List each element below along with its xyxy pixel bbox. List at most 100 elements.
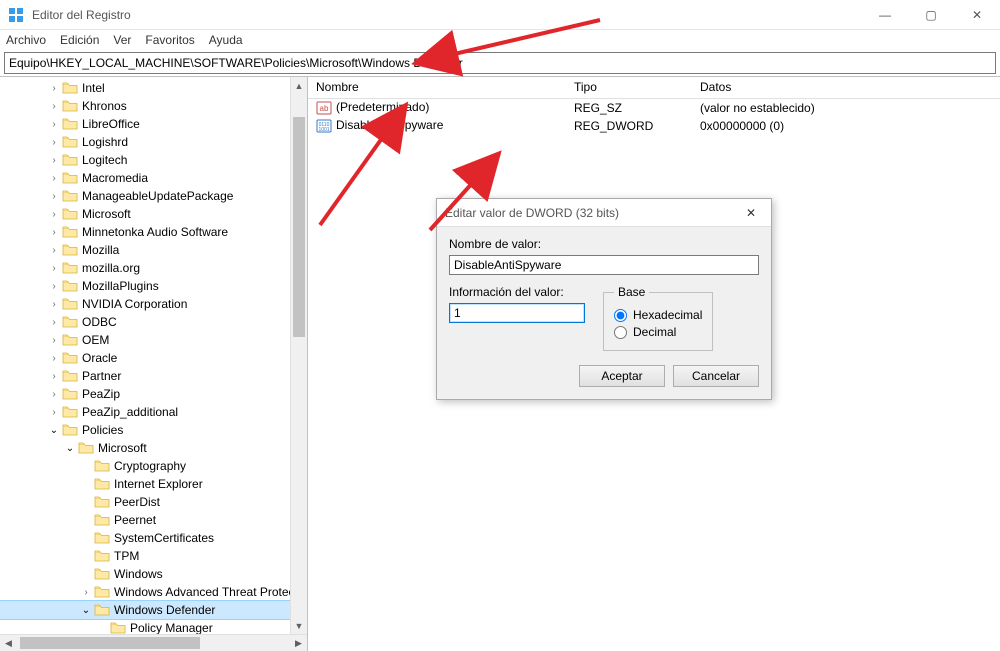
tree-scrollbar-horizontal[interactable]: ◀ ▶ (0, 634, 307, 651)
chevron-right-icon[interactable]: › (48, 100, 60, 112)
chevron-right-icon[interactable]: › (80, 586, 92, 598)
value-name: (Predeterminado) (336, 100, 429, 114)
chevron-right-icon[interactable]: › (48, 262, 60, 274)
tree-item[interactable]: › OEM (0, 331, 307, 349)
tree-item[interactable]: ›Mozilla (0, 241, 307, 259)
radio-dec-input[interactable] (614, 326, 627, 339)
tree-item[interactable]: Windows (0, 565, 307, 583)
tree-item[interactable]: ›Intel (0, 79, 307, 97)
chevron-right-icon[interactable]: › (48, 316, 60, 328)
tree-item[interactable]: ›Microsoft (0, 205, 307, 223)
tree-item[interactable]: PeerDist (0, 493, 307, 511)
column-data[interactable]: Datos (692, 77, 1000, 98)
edit-dword-dialog: Editar valor de DWORD (32 bits) ✕ Nombre… (436, 198, 772, 400)
tree-item-label: OEM (82, 333, 109, 347)
folder-icon (62, 351, 78, 365)
tree-item[interactable]: ›Windows Advanced Threat Protect (0, 583, 307, 601)
tree-item[interactable]: TPM (0, 547, 307, 565)
scroll-down-icon[interactable]: ▼ (291, 617, 307, 634)
tree-item[interactable]: Internet Explorer (0, 475, 307, 493)
tree-item[interactable]: SystemCertificates (0, 529, 307, 547)
ok-button[interactable]: Aceptar (579, 365, 665, 387)
folder-icon (62, 135, 78, 149)
tree-scrollbar-vertical[interactable]: ▲ ▼ (290, 77, 307, 634)
cancel-button[interactable]: Cancelar (673, 365, 759, 387)
menu-file[interactable]: Archivo (6, 33, 46, 47)
tree-item[interactable]: ›MozillaPlugins (0, 277, 307, 295)
tree-item-label: Internet Explorer (114, 477, 203, 491)
value-name-field[interactable] (449, 255, 759, 275)
scroll-up-icon[interactable]: ▲ (291, 77, 307, 94)
menu-favorites[interactable]: Favoritos (145, 33, 194, 47)
tree-item[interactable]: ›Partner (0, 367, 307, 385)
tree-item[interactable]: ›PeaZip (0, 385, 307, 403)
chevron-right-icon[interactable]: › (48, 334, 60, 346)
address-bar[interactable] (4, 52, 996, 74)
tree-item[interactable]: ›Minnetonka Audio Software (0, 223, 307, 241)
radio-decimal[interactable]: Decimal (614, 325, 702, 339)
value-data-field[interactable] (449, 303, 585, 323)
chevron-right-icon[interactable]: › (48, 136, 60, 148)
address-input[interactable] (5, 54, 995, 72)
tree-item[interactable]: ›NVIDIA Corporation (0, 295, 307, 313)
scroll-left-icon[interactable]: ◀ (0, 635, 17, 651)
menu-view[interactable]: Ver (113, 33, 131, 47)
chevron-right-icon[interactable]: › (48, 406, 60, 418)
chevron-right-icon[interactable]: › (48, 82, 60, 94)
menu-edit[interactable]: Edición (60, 33, 99, 47)
column-type[interactable]: Tipo (566, 77, 692, 98)
tree-item[interactable]: ›mozilla.org (0, 259, 307, 277)
tree-item[interactable]: ›ODBC (0, 313, 307, 331)
radio-hexadecimal[interactable]: Hexadecimal (614, 308, 702, 322)
chevron-down-icon[interactable]: ⌄ (48, 424, 60, 436)
chevron-right-icon[interactable]: › (48, 190, 60, 202)
registry-tree[interactable]: ›Intel›Khronos›LibreOffice›Logishrd›Logi… (0, 79, 307, 651)
chevron-right-icon[interactable]: › (48, 154, 60, 166)
minimize-button[interactable]: — (862, 0, 908, 30)
value-row[interactable]: ab(Predeterminado)REG_SZ(valor no establ… (308, 99, 1000, 117)
folder-icon (62, 387, 78, 401)
base-fieldset: Base Hexadecimal Decimal (603, 285, 713, 351)
tree-item[interactable]: ›ManageableUpdatePackage (0, 187, 307, 205)
chevron-right-icon[interactable]: › (48, 244, 60, 256)
dialog-titlebar[interactable]: Editar valor de DWORD (32 bits) ✕ (437, 199, 771, 227)
chevron-right-icon[interactable]: › (48, 280, 60, 292)
tree-item[interactable]: ›PeaZip_additional (0, 403, 307, 421)
value-row[interactable]: 01101001DisableAntiSpywareREG_DWORD0x000… (308, 117, 1000, 135)
dialog-close-icon[interactable]: ✕ (731, 199, 771, 227)
chevron-right-icon[interactable]: › (48, 352, 60, 364)
chevron-right-icon[interactable]: › (48, 388, 60, 400)
tree-item[interactable]: ›LibreOffice (0, 115, 307, 133)
tree-item-label: Oracle (82, 351, 117, 365)
tree-item[interactable]: ›Logishrd (0, 133, 307, 151)
tree-item[interactable]: ›Logitech (0, 151, 307, 169)
menu-help[interactable]: Ayuda (209, 33, 243, 47)
chevron-down-icon[interactable]: ⌄ (64, 442, 76, 454)
value-data: 0x00000000 (0) (692, 119, 1000, 133)
tree-item[interactable]: ›Khronos (0, 97, 307, 115)
chevron-down-icon[interactable]: ⌄ (80, 604, 92, 616)
scroll-right-icon[interactable]: ▶ (290, 635, 307, 651)
tree-item[interactable]: ⌄Microsoft (0, 439, 307, 457)
tree-item[interactable]: ⌄Windows Defender (0, 601, 307, 619)
tree-item[interactable]: Peernet (0, 511, 307, 529)
chevron-right-icon[interactable]: › (48, 208, 60, 220)
list-body[interactable]: ab(Predeterminado)REG_SZ(valor no establ… (308, 99, 1000, 135)
chevron-right-icon[interactable]: › (48, 118, 60, 130)
tree-item[interactable]: ›Macromedia (0, 169, 307, 187)
tree-item[interactable]: Cryptography (0, 457, 307, 475)
folder-icon (62, 297, 78, 311)
column-name[interactable]: Nombre (308, 77, 566, 98)
maximize-button[interactable]: ▢ (908, 0, 954, 30)
chevron-right-icon[interactable]: › (48, 226, 60, 238)
chevron-right-icon[interactable]: › (48, 370, 60, 382)
close-button[interactable]: ✕ (954, 0, 1000, 30)
scroll-thumb[interactable] (293, 117, 305, 337)
radio-hex-input[interactable] (614, 309, 627, 322)
value-data-label: Información del valor: (449, 285, 585, 299)
chevron-right-icon[interactable]: › (48, 172, 60, 184)
scroll-thumb-h[interactable] (20, 637, 200, 649)
chevron-right-icon[interactable]: › (48, 298, 60, 310)
tree-item[interactable]: › Oracle (0, 349, 307, 367)
tree-item[interactable]: ⌄Policies (0, 421, 307, 439)
